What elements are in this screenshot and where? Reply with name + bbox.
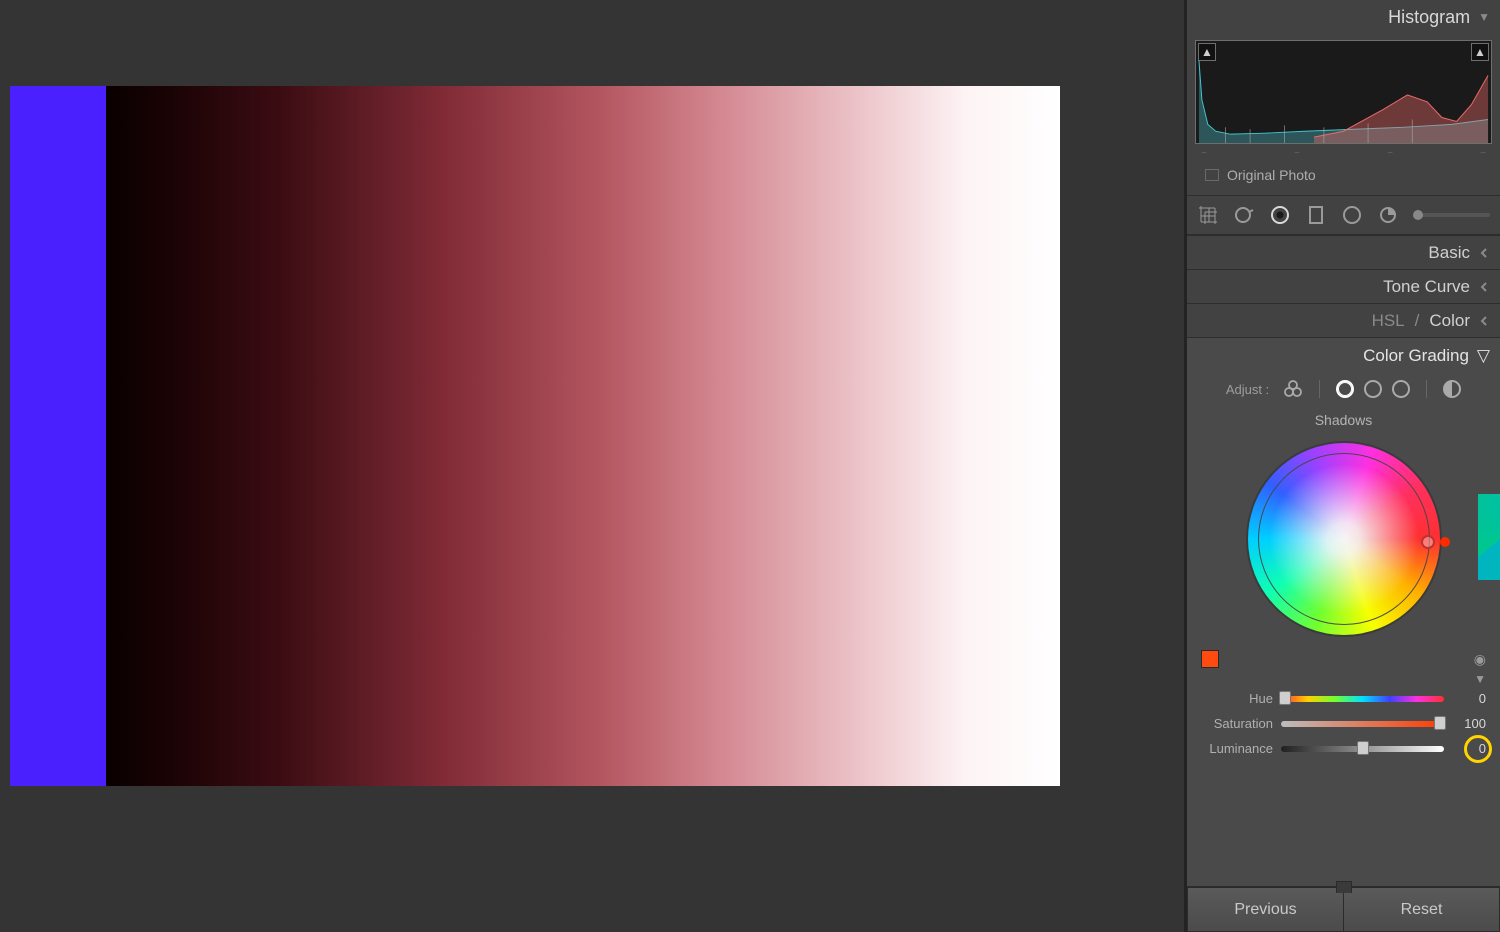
slider-thumb[interactable] [1279,691,1291,705]
previous-button[interactable]: Previous [1187,887,1344,932]
slider-label: Saturation [1201,716,1273,731]
tick: − [1480,148,1486,159]
original-photo-row[interactable]: Original Photo [1195,159,1492,193]
tool-size-slider[interactable] [1413,213,1490,217]
image-preview[interactable] [10,86,1060,786]
footer-bar: Previous Reset [1187,886,1500,932]
image-gradient [106,86,1060,786]
red-eye-icon[interactable] [1269,204,1291,226]
panel-title: Color Grading [1363,346,1469,366]
luminance-slider-row: Luminance 0 [1197,736,1490,761]
color-grading-header[interactable]: Color Grading ▽ [1197,338,1490,374]
tick: − [1387,148,1393,159]
three-way-view-icon[interactable] [1283,380,1303,398]
global-wheel-button[interactable] [1443,380,1461,398]
canvas-area [0,0,1184,932]
panel-title: Histogram [1388,7,1470,28]
chevron-left-icon [1478,281,1490,293]
radial-icon[interactable] [1341,204,1363,226]
separator: / [1415,311,1420,331]
color-grading-panel: Color Grading ▽ Adjust : Shadows [1187,337,1500,886]
highlights-wheel-button[interactable] [1392,380,1410,398]
adjust-label: Adjust : [1226,382,1269,397]
chevron-left-icon [1478,315,1490,327]
luminance-slider[interactable] [1281,746,1444,752]
midtones-wheel-button[interactable] [1364,380,1382,398]
checkbox-icon[interactable] [1205,169,1219,181]
saturation-slider-row: Saturation 100 [1197,711,1490,736]
divider [1426,380,1427,398]
basic-panel-header[interactable]: Basic [1187,235,1500,269]
hue-value[interactable]: 0 [1452,691,1486,706]
expand-sliders-icon[interactable]: ▼ [1474,672,1486,686]
tool-strip [1187,195,1500,235]
slider-label: Luminance [1201,741,1273,756]
slider-thumb[interactable] [1357,741,1369,755]
slider-thumb[interactable] [1434,716,1446,730]
hsl-label: HSL [1372,311,1405,331]
wheel-center-dot [1342,537,1346,541]
shadows-wheel-button[interactable] [1336,380,1354,398]
histogram-zone-ticks: − − − − [1195,144,1492,159]
chevron-down-icon: ▽ [1477,346,1490,366]
resize-notch-icon[interactable] [1336,881,1352,893]
color-label: Color [1429,311,1470,331]
hue-slider[interactable] [1281,696,1444,702]
histogram-header[interactable]: Histogram ▼ [1187,0,1500,34]
tick: − [1201,148,1207,159]
chevron-down-icon: ▼ [1478,10,1490,24]
clipping-overlay-shadows [10,86,106,786]
luminance-value[interactable]: 0 [1452,741,1486,756]
color-wheel-area [1197,434,1490,644]
wheel-outer-ring [1258,453,1430,625]
saturation-value[interactable]: 100 [1452,716,1486,731]
color-wheel[interactable] [1246,441,1442,637]
hsl-color-panel-header[interactable]: HSL / Color [1187,303,1500,337]
histogram-section: ▲ ▲ − − − − [1187,34,1500,195]
original-photo-label: Original Photo [1227,167,1316,183]
spot-removal-icon[interactable] [1233,204,1255,226]
saturation-slider[interactable] [1281,721,1444,727]
reset-button[interactable]: Reset [1344,887,1500,932]
masking-icon[interactable] [1305,204,1327,226]
color-grading-subtitle: Shadows [1197,402,1490,434]
panel-title: Tone Curve [1383,277,1470,297]
color-swatch[interactable] [1201,650,1219,668]
adjustment-brush-icon[interactable] [1377,204,1399,226]
next-wheel-peek[interactable] [1478,494,1500,580]
panel-title: Basic [1428,243,1470,263]
wheel-handle[interactable] [1421,535,1435,549]
adjust-view-switcher: Adjust : [1197,374,1490,402]
tone-curve-panel-header[interactable]: Tone Curve [1187,269,1500,303]
highlight-ring [1464,735,1492,763]
histogram-display[interactable]: ▲ ▲ [1195,40,1492,144]
wheel-hue-marker[interactable] [1440,537,1450,547]
divider [1319,380,1320,398]
crop-icon[interactable] [1197,204,1219,226]
visibility-icon[interactable]: ◉ [1474,651,1486,668]
hue-slider-row: Hue 0 [1197,686,1490,711]
chevron-left-icon [1478,247,1490,259]
tick: − [1294,148,1300,159]
right-panel: Histogram ▼ ▲ ▲ − − [1184,0,1500,932]
slider-label: Hue [1201,691,1273,706]
histogram-svg [1196,41,1491,143]
